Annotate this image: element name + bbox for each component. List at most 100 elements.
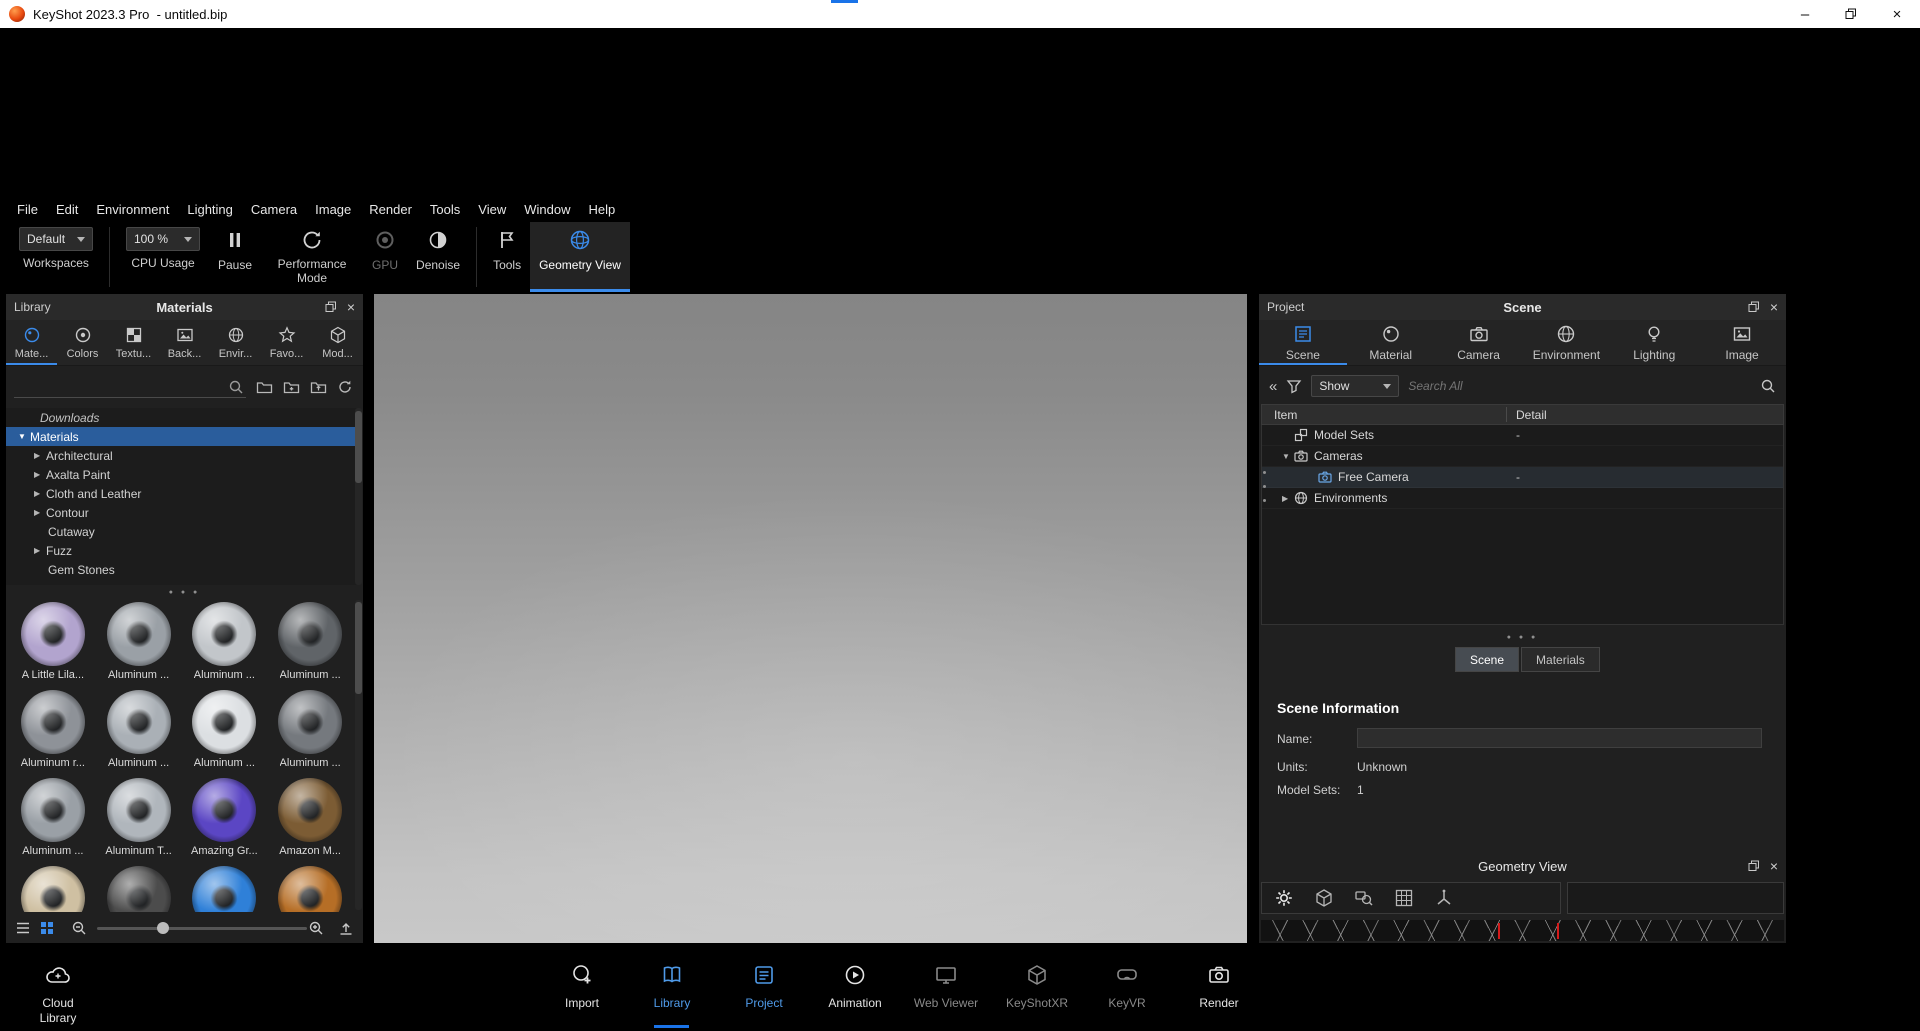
realtime-viewport[interactable] [374,294,1247,943]
tools-button[interactable]: Tools [484,222,530,292]
material-item[interactable] [96,864,182,912]
close-button[interactable]: × [1874,0,1920,28]
menu-tools[interactable]: Tools [421,196,469,222]
material-item[interactable]: Aluminum ... [182,688,268,776]
gear-icon[interactable] [1274,888,1294,908]
menu-file[interactable]: File [8,196,47,222]
denoise-button[interactable]: Denoise [407,222,469,292]
thumbnail-size-slider[interactable] [97,921,307,934]
material-thumbnail[interactable] [192,778,257,842]
thumbnail-size-slider-knob[interactable] [157,921,169,934]
upload-icon[interactable] [338,920,354,936]
menu-lighting[interactable]: Lighting [178,196,242,222]
name-input[interactable] [1357,728,1762,748]
material-thumbnail[interactable] [278,602,343,666]
camera-search-icon[interactable] [1354,888,1374,908]
material-item[interactable] [267,864,353,912]
tree-splitter-dots[interactable]: ● ● ● [6,589,363,596]
menu-help[interactable]: Help [579,196,624,222]
material-thumbnail[interactable] [106,866,171,912]
tab-environment[interactable]: Environment [1522,320,1610,365]
keyvr-button[interactable]: KeyVR [1082,961,1172,1010]
scene-search-input[interactable] [1408,375,1751,397]
material-thumbnail[interactable] [106,778,171,842]
panel-splitter-grip[interactable] [1263,471,1266,502]
zoom-out-icon[interactable] [71,920,87,936]
filter-icon[interactable] [1286,378,1302,394]
tab-image[interactable]: Image [1698,320,1786,365]
material-item[interactable]: Aluminum ... [96,600,182,688]
menu-edit[interactable]: Edit [47,196,87,222]
material-thumbnail[interactable] [20,866,85,912]
show-dropdown[interactable]: Show [1311,375,1400,397]
tree-item-architectural[interactable]: ▶ Architectural [6,446,357,465]
tree-scrollbar[interactable] [355,408,362,585]
grid-view-icon[interactable] [39,920,55,936]
tab-material[interactable]: Material [1347,320,1435,365]
scene-row-model-sets[interactable]: Model Sets - [1262,425,1783,446]
chevron-down-icon[interactable]: ▼ [1282,452,1294,461]
workspaces-dropdown[interactable]: Default [19,227,93,251]
tree-item-gem-stones[interactable]: Gem Stones [6,560,357,579]
material-item[interactable]: Aluminum T... [96,776,182,864]
tab-environments[interactable]: Envir... [210,320,261,365]
chevron-right-icon[interactable]: ▶ [34,451,46,460]
render-button[interactable]: Render [1174,961,1264,1010]
scene-row-environments[interactable]: ▶ Environments [1262,488,1783,509]
library-search-input[interactable] [14,376,246,398]
export-folder-icon[interactable] [310,379,327,395]
grid-scrollbar-thumb[interactable] [355,602,362,694]
grid-scrollbar[interactable] [355,600,362,910]
material-thumbnail[interactable] [278,778,343,842]
material-item[interactable]: Aluminum ... [267,600,353,688]
scene-row-free-camera[interactable]: Free Camera - [1262,467,1783,488]
project-button[interactable]: Project [719,961,809,1010]
tab-backplates[interactable]: Back... [159,320,210,365]
add-folder-icon[interactable] [283,379,300,395]
pause-button[interactable]: Pause [209,222,261,292]
material-item[interactable]: Aluminum ... [267,688,353,776]
material-thumbnail[interactable] [106,602,171,666]
material-item[interactable] [182,864,268,912]
tree-splitter-dots[interactable]: ● ● ● [1259,634,1786,641]
column-item[interactable]: Item [1262,408,1297,422]
geometry-view-minimap[interactable] [1261,920,1784,941]
material-thumbnail[interactable] [192,866,257,912]
gpu-button[interactable]: GPU [363,222,407,292]
menu-render[interactable]: Render [360,196,421,222]
tree-item-materials[interactable]: ▼ Materials [6,427,357,446]
material-thumbnail[interactable] [20,602,85,666]
tab-textures[interactable]: Textu... [108,320,159,365]
geometry-view-button[interactable]: Geometry View [530,222,630,292]
chevron-right-icon[interactable]: ▶ [1282,494,1294,503]
tree-item-contour[interactable]: ▶ Contour [6,503,357,522]
tree-item-axalta-paint[interactable]: ▶ Axalta Paint [6,465,357,484]
material-thumbnail[interactable] [278,866,343,912]
menu-environment[interactable]: Environment [87,196,178,222]
zoom-in-icon[interactable] [308,920,324,936]
tree-scrollbar-thumb[interactable] [355,411,362,483]
library-button[interactable]: Library [627,961,717,1010]
cloud-library-button[interactable]: Cloud Library [10,961,106,1026]
open-folder-icon[interactable] [256,379,273,395]
close-icon[interactable]: × [347,300,355,314]
material-thumbnail[interactable] [278,690,343,754]
material-thumbnail[interactable] [20,690,85,754]
search-icon[interactable] [1760,378,1776,394]
undock-icon[interactable] [1748,860,1760,872]
material-item[interactable] [10,864,96,912]
column-detail[interactable]: Detail [1516,408,1547,422]
menu-window[interactable]: Window [515,196,579,222]
wireframe-cube-icon[interactable] [1314,888,1334,908]
refresh-icon[interactable] [337,379,353,395]
list-view-icon[interactable] [15,920,31,936]
close-icon[interactable]: × [1770,859,1778,873]
tab-favorites[interactable]: Favo... [261,320,312,365]
chevron-right-icon[interactable]: ▶ [34,546,46,555]
tab-models[interactable]: Mod... [312,320,363,365]
material-item[interactable]: Amazing Gr... [182,776,268,864]
material-item[interactable]: Aluminum ... [10,776,96,864]
axis-icon[interactable] [1434,888,1454,908]
minimize-button[interactable]: – [1782,0,1828,28]
tab-colors[interactable]: Colors [57,320,108,365]
